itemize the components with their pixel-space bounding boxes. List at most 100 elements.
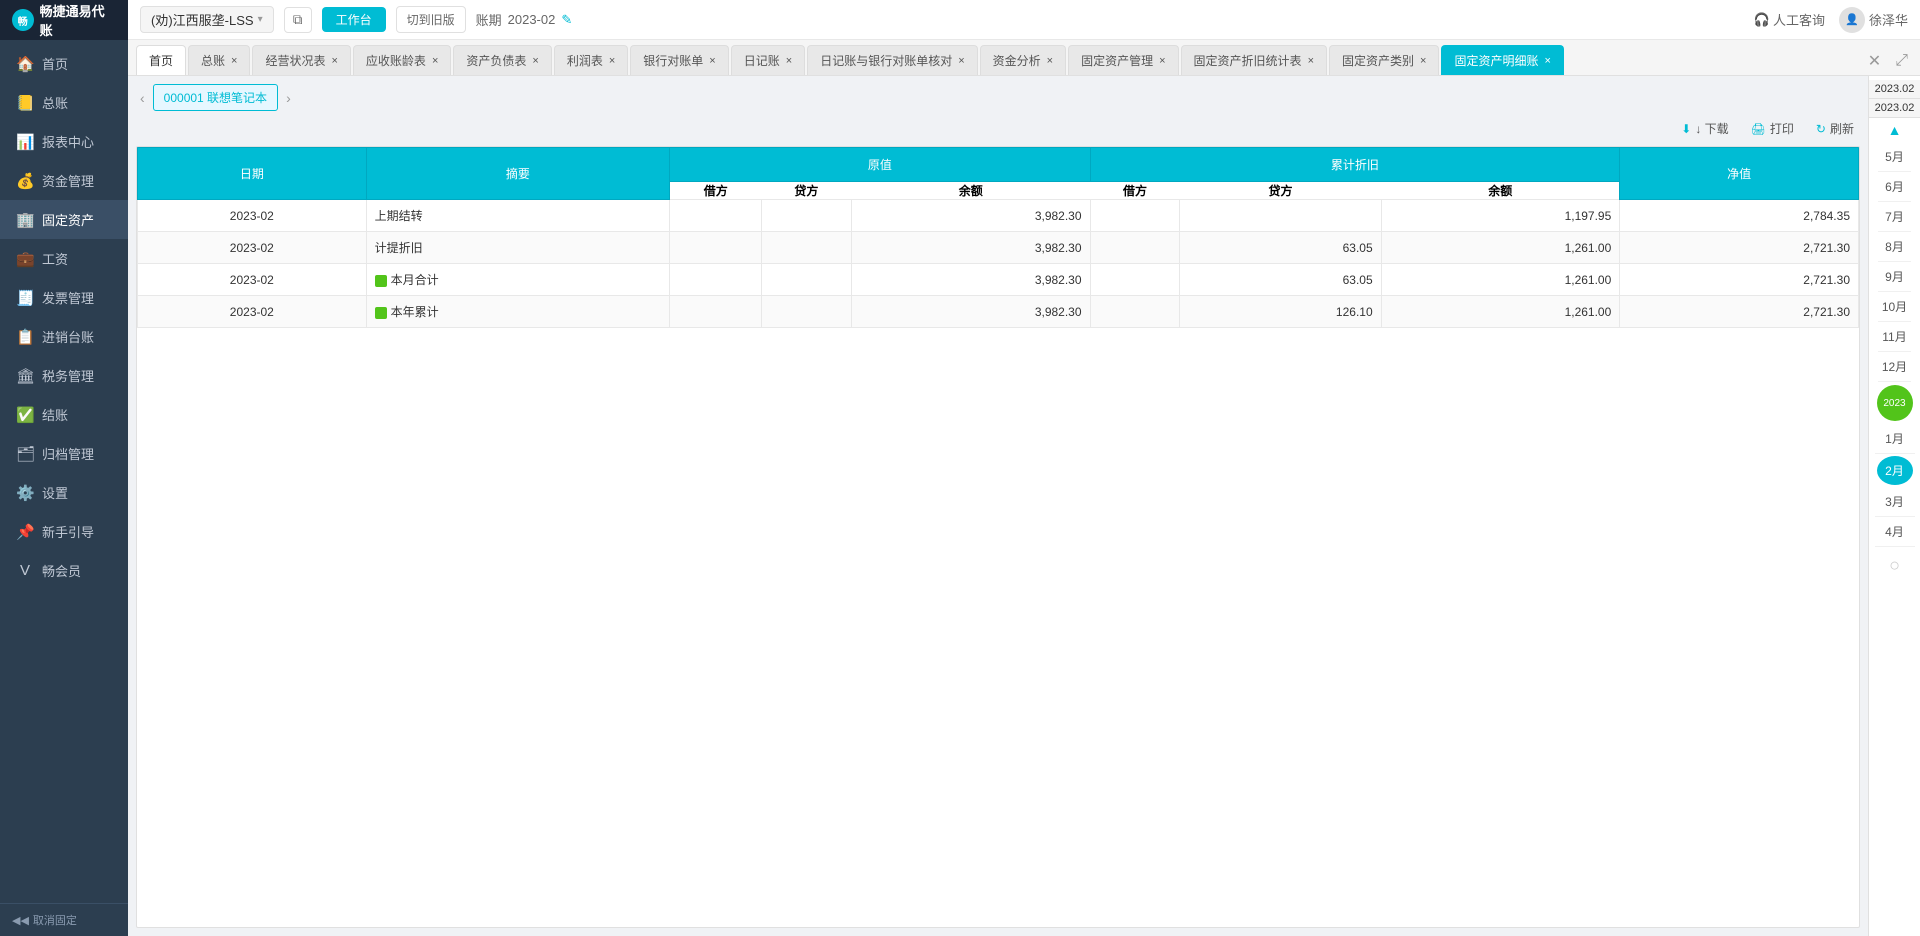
app-name: 畅捷通易代账: [40, 1, 116, 39]
sidebar-item-sales[interactable]: 📋进销台账: [0, 317, 128, 356]
sidebar-item-fixed_assets[interactable]: 🏢固定资产: [0, 200, 128, 239]
tab-assets_liabilities[interactable]: 资产负债表×: [453, 45, 551, 75]
cell-original-credit: [761, 264, 851, 296]
nav-icon-payroll: 💼: [16, 250, 34, 268]
tab-close-operation[interactable]: ×: [331, 55, 337, 67]
nav-icon-archive: 🗂: [16, 445, 34, 463]
sidebar-item-vip[interactable]: V畅会员: [0, 551, 128, 590]
sidebar: 畅 畅捷通易代账 🏠首页📒总账📊报表中心💰资金管理🏢固定资产💼工资🧾发票管理📋进…: [0, 0, 128, 936]
month-item-2月[interactable]: 2月: [1877, 456, 1913, 485]
tab-general[interactable]: 总账×: [188, 45, 250, 75]
table-row: 2023-02 计提折旧 3,982.30 63.05 1,261.00 2,7…: [138, 232, 1859, 264]
cell-date: 2023-02: [138, 296, 367, 328]
month-item-1月[interactable]: 1月: [1875, 424, 1915, 454]
tab-fixed_detail[interactable]: 固定资产明细账×: [1441, 45, 1563, 75]
user-name: 徐泽华: [1869, 10, 1908, 29]
workspace-button[interactable]: 工作台: [322, 7, 386, 32]
tab-label-fixed_mgmt: 固定资产管理: [1081, 52, 1153, 69]
copy-icon: ⧉: [293, 12, 303, 28]
tab-close-general[interactable]: ×: [231, 55, 237, 67]
tab-receivable[interactable]: 应收账龄表×: [353, 45, 451, 75]
col-accum-debit: 借方: [1090, 182, 1180, 200]
tabbar-end: ✕ ⤢: [1864, 51, 1912, 75]
tab-journal_bank[interactable]: 日记账与银行对账单核对 ×: [807, 45, 977, 75]
unpin-button[interactable]: ◀◀ 取消固定: [0, 903, 128, 936]
tab-fixed_deprec_stat[interactable]: 固定资产折旧统计表×: [1181, 45, 1327, 75]
copy-button[interactable]: ⧉: [284, 7, 312, 33]
month-item[interactable]: 9月: [1878, 262, 1911, 292]
date-end-icon: ○: [1881, 547, 1908, 584]
period-edit-icon[interactable]: ✎: [561, 12, 572, 28]
tab-close-fixed_mgmt[interactable]: ×: [1159, 55, 1165, 67]
user-menu[interactable]: 👤 徐泽华: [1839, 7, 1908, 33]
sidebar-item-payroll[interactable]: 💼工资: [0, 239, 128, 278]
cell-accum-credit: 63.05: [1180, 232, 1381, 264]
sidebar-item-reports[interactable]: 📊报表中心: [0, 122, 128, 161]
month-item[interactable]: 12月: [1878, 352, 1911, 382]
tab-home[interactable]: 首页: [136, 45, 186, 75]
restore-tab-button[interactable]: ⤢: [1891, 52, 1912, 70]
tab-fund_analysis[interactable]: 资金分析×: [980, 45, 1066, 75]
tab-close-journal[interactable]: ×: [786, 55, 792, 67]
sidebar-item-archive[interactable]: 🗂归档管理: [0, 434, 128, 473]
month-item-4月[interactable]: 4月: [1875, 517, 1915, 547]
sub-tab-asset[interactable]: 000001 联想笔记本: [153, 84, 278, 111]
cell-original-balance: 3,982.30: [851, 296, 1090, 328]
nav-icon-guide: 📌: [16, 523, 34, 541]
nav-label-sales: 进销台账: [42, 327, 94, 346]
tab-close-receivable[interactable]: ×: [432, 55, 438, 67]
company-selector[interactable]: (劝)江西服垄-LSS ▾: [140, 6, 274, 33]
month-item[interactable]: 6月: [1878, 172, 1911, 202]
tab-fixed_mgmt[interactable]: 固定资产管理 ×: [1068, 45, 1178, 75]
month-item[interactable]: 10月: [1878, 292, 1911, 322]
print-button[interactable]: 🖨 打印: [1745, 117, 1800, 140]
month-item[interactable]: 11月: [1878, 322, 1911, 352]
tab-profit[interactable]: 利润表×: [554, 45, 628, 75]
green-tag-2: [375, 275, 387, 287]
col-original-debit: 借方: [670, 182, 762, 200]
tab-close-fixed_deprec_stat[interactable]: ×: [1308, 55, 1314, 67]
sub-nav-prev-button[interactable]: ‹: [136, 88, 149, 108]
tab-journal[interactable]: 日记账×: [731, 45, 805, 75]
download-button[interactable]: ⬇ ↓ 下载: [1675, 117, 1734, 140]
sidebar-item-tax[interactable]: 🏛税务管理: [0, 356, 128, 395]
refresh-button[interactable]: ↻ 刷新: [1810, 117, 1860, 140]
month-item[interactable]: 5月: [1878, 142, 1911, 172]
cell-net-value: 2,784.35: [1620, 200, 1859, 232]
tab-close-journal_bank[interactable]: ×: [958, 55, 964, 67]
sidebar-item-guide[interactable]: 📌 新手引导: [0, 512, 128, 551]
tab-label-home: 首页: [149, 52, 173, 69]
date-up-arrow[interactable]: ▲: [1884, 118, 1906, 142]
sidebar-item-settings[interactable]: ⚙️设置: [0, 473, 128, 512]
sidebar-item-home[interactable]: 🏠首页: [0, 44, 128, 83]
sidebar-item-fund[interactable]: 💰资金管理: [0, 161, 128, 200]
tab-label-journal_bank: 日记账与银行对账单核对: [820, 52, 952, 69]
topbar: (劝)江西服垄-LSS ▾ ⧉ 工作台 切到旧版 账期 2023-02 ✎ 🎧 …: [128, 0, 1920, 40]
nav-label-fund: 资金管理: [42, 171, 94, 190]
tab-bank_statement[interactable]: 银行对账单×: [630, 45, 728, 75]
help-button[interactable]: 🎧 人工客询: [1754, 10, 1825, 29]
tab-close-assets_liabilities[interactable]: ×: [532, 55, 538, 67]
close-all-tabs-button[interactable]: ✕: [1864, 51, 1885, 71]
old-version-button[interactable]: 切到旧版: [396, 6, 466, 33]
nav-label-general: 总账: [42, 93, 68, 112]
refresh-icon: ↻: [1816, 122, 1826, 136]
tab-fixed_category[interactable]: 固定资产类别×: [1329, 45, 1439, 75]
month-item[interactable]: 8月: [1878, 232, 1911, 262]
sub-nav-next-button[interactable]: ›: [282, 88, 295, 108]
month-item[interactable]: 7月: [1878, 202, 1911, 232]
sidebar-item-settlement[interactable]: ✅结账: [0, 395, 128, 434]
month-item-3月[interactable]: 3月: [1875, 487, 1915, 517]
tab-close-fund_analysis[interactable]: ×: [1047, 55, 1053, 67]
tab-close-fixed_category[interactable]: ×: [1420, 55, 1426, 67]
tab-operation[interactable]: 经营状况表×: [252, 45, 350, 75]
cell-original-debit: [670, 200, 762, 232]
tab-close-fixed_detail[interactable]: ×: [1544, 55, 1550, 67]
sidebar-item-general[interactable]: 📒总账: [0, 83, 128, 122]
tab-close-bank_statement[interactable]: ×: [709, 55, 715, 67]
cell-accum-debit: [1090, 264, 1180, 296]
company-chevron-icon: ▾: [258, 14, 263, 25]
tab-close-profit[interactable]: ×: [609, 55, 615, 67]
nav-label-guide: 新手引导: [42, 522, 94, 541]
sidebar-item-invoice[interactable]: 🧾发票管理: [0, 278, 128, 317]
